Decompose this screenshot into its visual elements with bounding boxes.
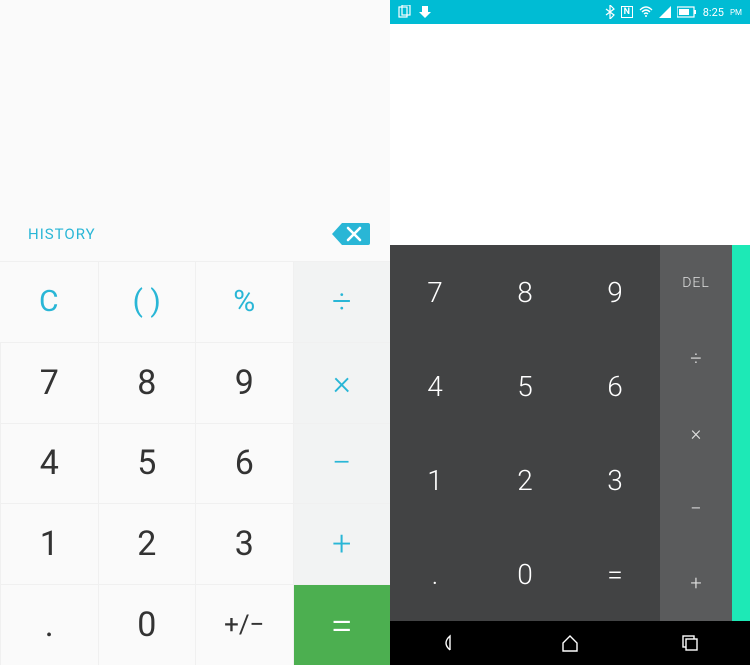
wifi-icon (639, 6, 653, 18)
pad-area: 7 8 9 4 5 6 1 2 3 . 0 = DEL ÷ × − + (390, 245, 750, 621)
plus-button[interactable]: + (293, 503, 391, 584)
delete-button[interactable]: DEL (660, 245, 732, 320)
percent-button[interactable]: % (195, 261, 293, 342)
sign-toggle-button[interactable]: +/− (195, 584, 293, 665)
nfc-icon: N (621, 6, 633, 18)
digit-8[interactable]: 8 (480, 245, 570, 339)
digit-4[interactable]: 4 (390, 339, 480, 433)
home-button[interactable] (548, 621, 592, 665)
display-area: HISTORY (0, 0, 390, 261)
home-icon (560, 633, 580, 653)
digit-1[interactable]: 1 (0, 503, 98, 584)
recents-button[interactable] (668, 621, 712, 665)
digit-2[interactable]: 2 (98, 503, 196, 584)
digit-6[interactable]: 6 (570, 339, 660, 433)
plus-button[interactable]: + (660, 546, 732, 621)
digit-9[interactable]: 9 (570, 245, 660, 339)
recents-icon (680, 633, 700, 653)
history-row: HISTORY (0, 217, 390, 251)
divide-button[interactable]: ÷ (660, 320, 732, 395)
minus-button[interactable]: − (293, 423, 391, 504)
back-button[interactable] (428, 621, 472, 665)
minus-button[interactable]: − (660, 471, 732, 546)
decimal-button[interactable]: . (0, 584, 98, 665)
operator-column: DEL ÷ × − + (660, 245, 732, 621)
navigation-bar (390, 621, 750, 665)
advanced-panel-handle[interactable] (732, 245, 750, 621)
equals-button[interactable]: = (293, 584, 391, 665)
history-button[interactable]: HISTORY (28, 225, 96, 243)
digit-8[interactable]: 8 (98, 342, 196, 423)
digit-4[interactable]: 4 (0, 423, 98, 504)
parentheses-button[interactable]: ( ) (98, 261, 196, 342)
samsung-calculator: HISTORY C ( ) % ÷ 7 8 9 × 4 5 6 − 1 2 3 … (0, 0, 390, 665)
digit-1[interactable]: 1 (390, 433, 480, 527)
display-area (390, 24, 750, 245)
download-icon (418, 5, 432, 19)
digit-6[interactable]: 6 (195, 423, 293, 504)
status-bar: N 8:25 PM (390, 0, 750, 24)
clear-button[interactable]: C (0, 261, 98, 342)
status-time: 8:25 (703, 6, 724, 19)
equals-button[interactable]: = (570, 527, 660, 621)
digit-0[interactable]: 0 (98, 584, 196, 665)
multiply-button[interactable]: × (293, 342, 391, 423)
digit-9[interactable]: 9 (195, 342, 293, 423)
notification-icon (398, 5, 412, 19)
digit-5[interactable]: 5 (98, 423, 196, 504)
digit-7[interactable]: 7 (390, 245, 480, 339)
backspace-button[interactable] (328, 220, 372, 248)
decimal-button[interactable]: . (390, 527, 480, 621)
status-ampm: PM (730, 8, 742, 17)
multiply-button[interactable]: × (660, 395, 732, 470)
numpad: 7 8 9 4 5 6 1 2 3 . 0 = (390, 245, 660, 621)
digit-5[interactable]: 5 (480, 339, 570, 433)
battery-icon (677, 6, 697, 18)
divide-button[interactable]: ÷ (293, 261, 391, 342)
keypad: C ( ) % ÷ 7 8 9 × 4 5 6 − 1 2 3 + . 0 +/… (0, 261, 390, 665)
digit-3[interactable]: 3 (195, 503, 293, 584)
signal-icon (659, 6, 671, 18)
digit-3[interactable]: 3 (570, 433, 660, 527)
digit-0[interactable]: 0 (480, 527, 570, 621)
back-icon (439, 632, 461, 654)
digit-2[interactable]: 2 (480, 433, 570, 527)
digit-7[interactable]: 7 (0, 342, 98, 423)
backspace-icon (330, 221, 370, 247)
google-calculator: N 8:25 PM 7 8 9 4 5 6 1 2 3 . 0 (390, 0, 750, 665)
bluetooth-icon (605, 5, 615, 19)
